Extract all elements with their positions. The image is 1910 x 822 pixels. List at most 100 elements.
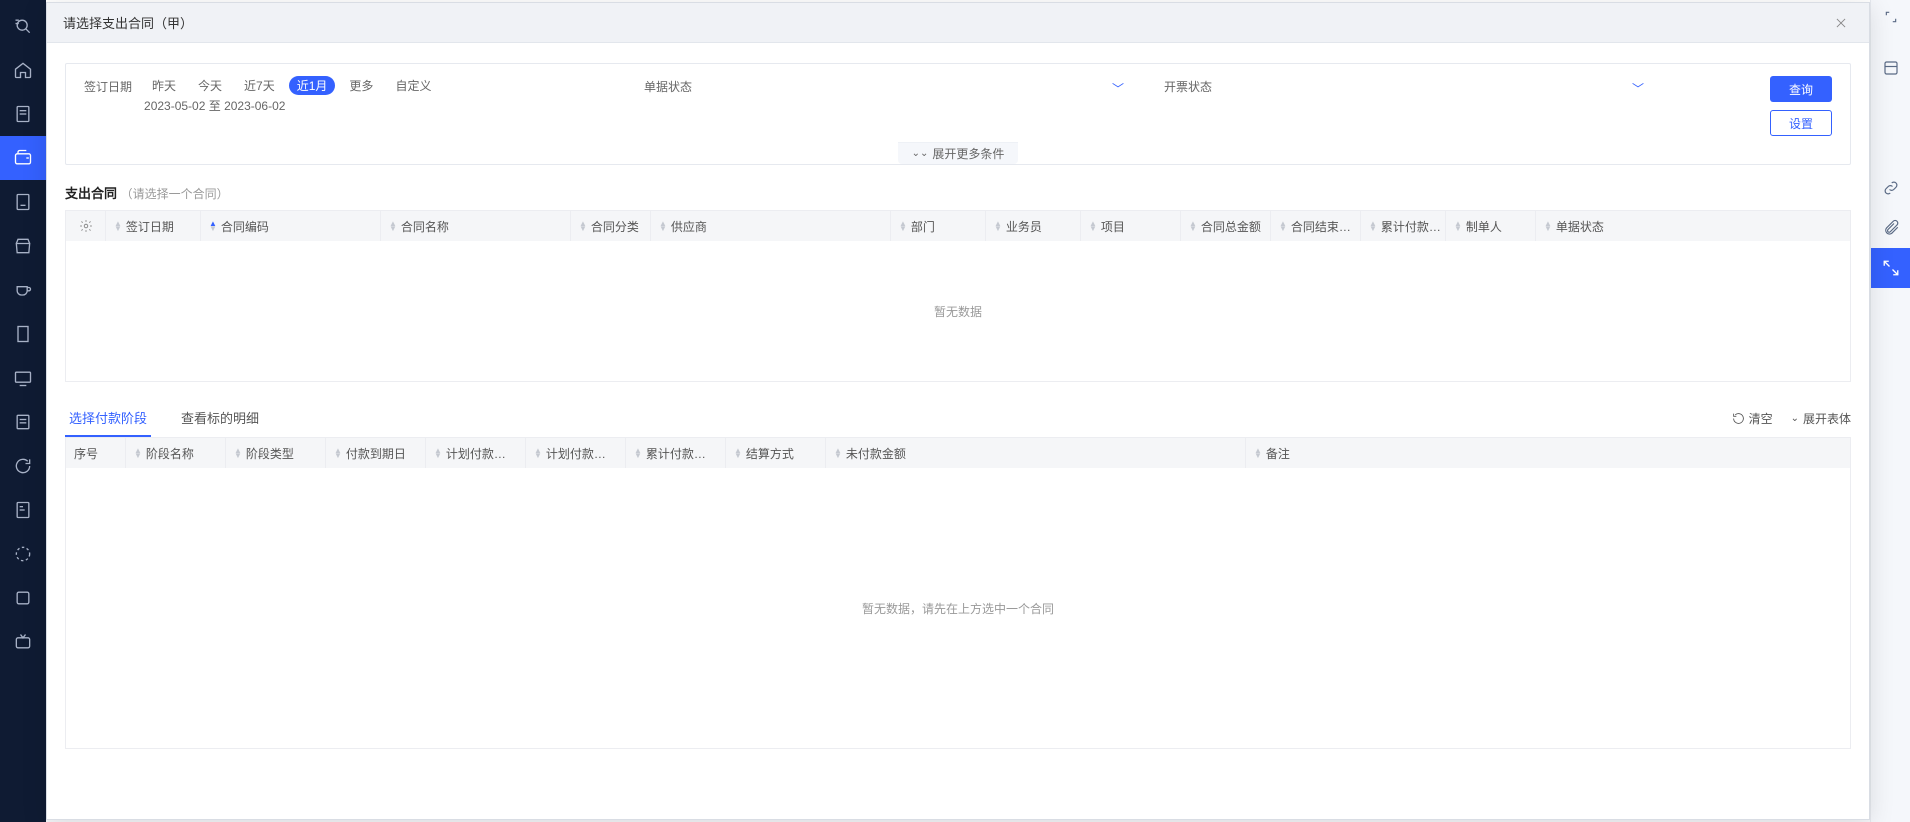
stages-col-9[interactable]: ▲▼备注 [1246,438,1826,468]
contracts-col-10[interactable]: ▲▼累计付款… [1361,211,1446,241]
expand-body-label: 展开表体 [1803,410,1851,427]
contracts-col-3[interactable]: ▲▼合同分类 [571,211,651,241]
stages-col-5[interactable]: ▲▼计划付款… [526,438,626,468]
col-label: 计划付款… [446,445,506,462]
modal-title: 请选择支出合同（甲） [63,13,193,32]
contracts-col-12[interactable]: ▲▼ 单据状态 [1536,211,1696,241]
contracts-col-6[interactable]: ▲▼业务员 [986,211,1081,241]
rutil-link[interactable] [1871,168,1910,208]
sort-icon: ▲▼ [634,448,642,458]
rutil-attach[interactable] [1871,208,1910,248]
rail-home[interactable] [0,48,46,92]
stages-col-4[interactable]: ▲▼ 计划付款… [426,438,526,468]
date-tag-3[interactable]: 近1月 [289,76,336,95]
date-tag-4[interactable]: 更多 [341,76,381,95]
expand-body-button[interactable]: ⌄ 展开表体 [1791,410,1851,427]
stages-empty: 暂无数据，请先在上方选中一个合同 [66,468,1850,748]
contracts-col-0[interactable]: ▲▼ 签订日期 [106,211,201,241]
sign-date-label: 签订日期 [84,76,132,95]
stages-col-7[interactable]: ▲▼结算方式 [726,438,826,468]
stages-thead: 序号▲▼阶段名称▲▼阶段类型▲▼付款到期日▲▼计划付款…▲▼计划付款…▲▼累计付… [66,438,1850,468]
rail-wallet[interactable] [0,136,46,180]
contracts-col-9[interactable]: ▲▼ 合同结束… [1271,211,1361,241]
section1-hint: （请选择一个合同） [121,187,229,201]
sort-icon: ▲▼ [434,448,442,458]
sort-icon: ▲▼ [899,221,907,231]
clear-button[interactable]: 清空 [1732,410,1773,427]
sort-icon: ▲▼ [834,448,842,458]
col-label: 供应商 [671,218,707,235]
col-label: 合同编码 [221,218,269,235]
sort-icon: ▲▼ [134,448,142,458]
rail-cup[interactable] [0,268,46,312]
query-button[interactable]: 查询 [1770,76,1832,102]
stages-col-0[interactable]: 序号 [66,438,126,468]
section1-title-text: 支出合同 [65,186,117,201]
section1-title: 支出合同 （请选择一个合同） [65,183,1851,202]
settings-button[interactable]: 设置 [1770,110,1832,136]
rail-report[interactable] [0,488,46,532]
rail-tv[interactable] [0,620,46,664]
sort-icon: ▲▼ [334,448,342,458]
date-tag-2[interactable]: 近7天 [236,76,283,95]
contracts-col-11[interactable]: ▲▼制单人 [1446,211,1536,241]
col-label: 合同总金额 [1201,218,1261,235]
doc-status-select[interactable]: ﹀ [704,76,1124,102]
sort-icon: ▲▼ [1279,221,1287,231]
select-contract-modal: 请选择支出合同（甲） 签订日期 昨天今天近7天近1月更多自定义 2023-05-… [46,2,1870,820]
contracts-col-2[interactable]: ▲▼合同名称 [381,211,571,241]
chevron-down-icon: ⌄ [1791,413,1799,424]
rail-building[interactable] [0,312,46,356]
invoice-status-select[interactable]: ﹀ [1224,76,1644,102]
contracts-empty: 暂无数据 [66,241,1850,381]
sort-icon: ▲▼ [1369,221,1377,231]
rutil-layout[interactable] [1871,48,1910,88]
sort-icon: ▲▼ [1544,221,1552,231]
col-label: 付款到期日 [346,445,406,462]
rail-list[interactable] [0,400,46,444]
rail-search[interactable] [0,4,46,48]
col-label: 合同分类 [591,218,639,235]
contracts-col-5[interactable]: ▲▼ 部门 [891,211,986,241]
stages-col-2[interactable]: ▲▼阶段类型 [226,438,326,468]
rail-note[interactable] [0,576,46,620]
col-label: 未付款金额 [846,445,906,462]
invoice-status-label: 开票状态 [1164,76,1212,95]
col-label: 序号 [74,445,98,462]
contracts-empty-text: 暂无数据 [934,303,982,320]
rail-refresh[interactable] [0,444,46,488]
col-label: 部门 [911,218,935,235]
double-chevron-down-icon: ⌄⌄ [912,148,929,159]
col-label: 签订日期 [126,218,174,235]
contracts-col-4[interactable]: ▲▼供应商 [651,211,891,241]
rail-display[interactable] [0,356,46,400]
tab-0[interactable]: 选择付款阶段 [65,400,151,437]
tab-1[interactable]: 查看标的明细 [177,400,263,437]
col-label: 单据状态 [1556,218,1604,235]
stages-col-8[interactable]: ▲▼ 未付款金额 [826,438,1246,468]
date-tag-0[interactable]: 昨天 [144,76,184,95]
table-settings-column[interactable] [66,211,106,241]
stages-col-3[interactable]: ▲▼ 付款到期日 [326,438,426,468]
expand-more-filters[interactable]: ⌄⌄ 展开更多条件 [898,142,1018,164]
contracts-col-8[interactable]: ▲▼ 合同总金额 [1181,211,1271,241]
sort-icon: ▲▼ [114,221,122,231]
rutil-expand[interactable] [1871,248,1910,288]
contracts-col-7[interactable]: ▲▼项目 [1081,211,1181,241]
sort-icon: ▲▼ [534,448,542,458]
rail-file[interactable] [0,180,46,224]
date-tag-1[interactable]: 今天 [190,76,230,95]
sort-icon: ▲▼ [1454,221,1462,231]
rail-cycle[interactable] [0,532,46,576]
col-label: 合同结束… [1291,218,1351,235]
stages-col-6[interactable]: ▲▼累计付款… [626,438,726,468]
contracts-col-1[interactable]: ▲▼合同编码 [201,211,381,241]
modal-close-button[interactable] [1829,11,1853,35]
fullscreen-icon[interactable] [1878,4,1904,30]
sort-icon: ▲▼ [1189,221,1197,231]
stages-col-1[interactable]: ▲▼阶段名称 [126,438,226,468]
col-label: 结算方式 [746,445,794,462]
date-tag-5[interactable]: 自定义 [387,76,439,95]
rail-doc[interactable] [0,92,46,136]
rail-shop[interactable] [0,224,46,268]
